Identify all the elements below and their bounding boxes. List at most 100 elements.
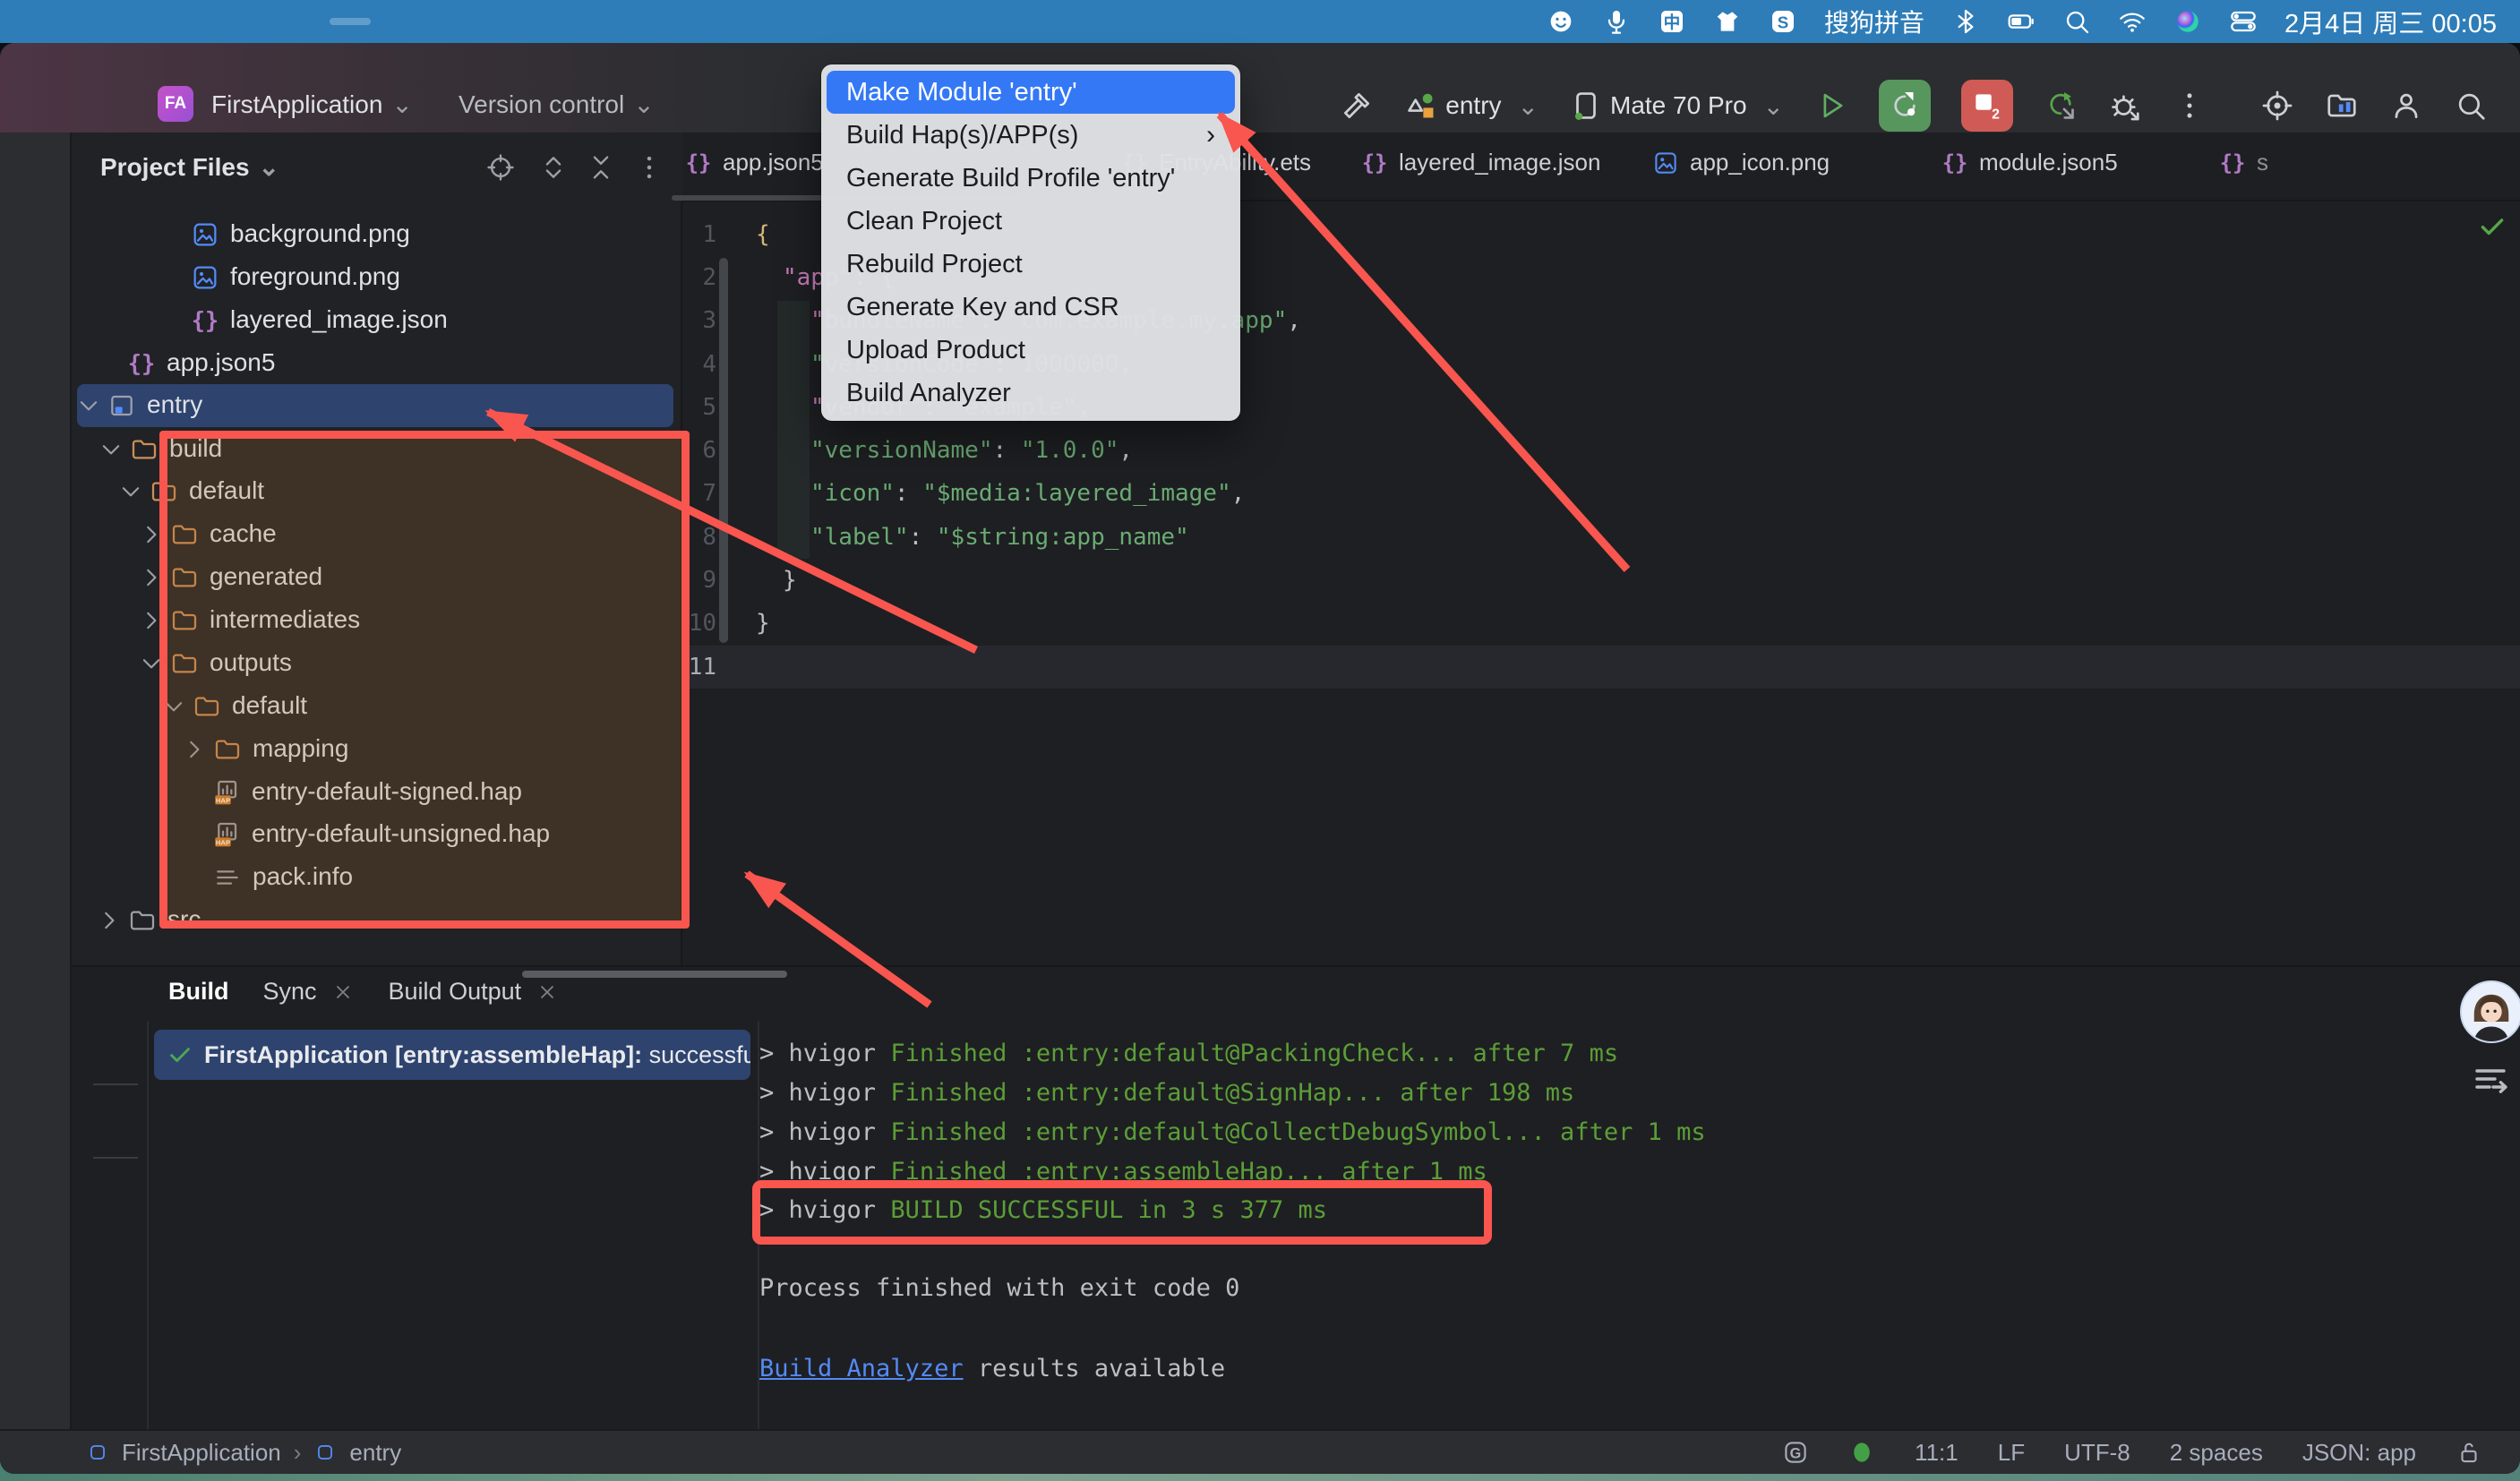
menu-item[interactable] <box>206 18 247 25</box>
status-icon[interactable] <box>1769 7 1797 36</box>
tree-chevron-icon[interactable] <box>75 392 102 419</box>
status-icon[interactable] <box>1547 7 1575 36</box>
editor-tab-app.json5[interactable]: app.json5 <box>685 149 824 176</box>
menu-item[interactable] <box>124 18 165 25</box>
tree-row-entry[interactable]: entry <box>72 384 682 427</box>
inspections-ok-icon[interactable] <box>2477 211 2507 242</box>
menu-item[interactable] <box>453 18 494 25</box>
project-panel-header: Project Files⌄ <box>72 133 682 201</box>
indent-setting[interactable]: 2 spaces <box>2170 1439 2263 1467</box>
build-panel-tab-Build Output[interactable]: Build Output <box>389 978 560 1006</box>
menu-item[interactable] <box>371 18 412 25</box>
menu-bar-clock[interactable]: 2月4日 周三 00:05 <box>2284 3 2497 40</box>
build-panel-tab-Build[interactable]: Build <box>168 978 229 1006</box>
run-button[interactable] <box>1814 89 1848 123</box>
module-icon <box>86 1441 109 1464</box>
project-name-menu[interactable]: FirstApplication⌄ <box>211 90 413 119</box>
assistant-panel-icon[interactable] <box>2470 1058 2513 1101</box>
device-file-browser-button[interactable] <box>2325 89 2359 123</box>
device-selector[interactable]: Mate 70 Pro⌄ <box>1569 89 1784 123</box>
build-panel-tab-Sync[interactable]: Sync <box>263 978 355 1006</box>
locate-file-icon[interactable] <box>485 152 516 183</box>
status-icon[interactable] <box>1658 7 1686 36</box>
debug-attach-button[interactable] <box>2108 89 2142 123</box>
build-menu-item-Make Module 'entry'[interactable]: Make Module 'entry' <box>827 71 1235 114</box>
status-icon[interactable] <box>1713 7 1742 36</box>
status-icon[interactable] <box>1951 7 1980 36</box>
input-method-label[interactable]: 搜狗拼音 <box>1824 4 1924 39</box>
build-analyzer-link[interactable]: Build Analyzer <box>759 1355 964 1383</box>
tree-chevron-icon[interactable] <box>117 478 144 505</box>
status-icon[interactable] <box>2118 7 2147 36</box>
expand-all-icon[interactable] <box>538 152 569 183</box>
build-result-row[interactable]: FirstApplication [entry:assembleHap]: su… <box>154 1030 750 1080</box>
file-encoding[interactable]: UTF-8 <box>2064 1439 2130 1467</box>
panel-options-icon[interactable] <box>634 152 664 183</box>
breadcrumb-project[interactable]: FirstApplication <box>122 1439 281 1467</box>
fold-region-bar[interactable] <box>719 258 728 643</box>
more-actions-button[interactable] <box>2173 89 2207 123</box>
breadcrumb-separator: › <box>294 1439 302 1467</box>
device-status-dot-icon[interactable] <box>1848 1439 1875 1466</box>
menu-item[interactable] <box>165 18 206 25</box>
tree-row-background.png[interactable]: background.png <box>72 213 682 256</box>
menu-item[interactable] <box>288 18 330 25</box>
stop-button[interactable] <box>1961 80 2013 132</box>
tree-row-app.json5[interactable]: app.json5 <box>72 342 682 385</box>
tree-row-layered_image.json[interactable]: layered_image.json <box>72 299 682 342</box>
menu-item[interactable] <box>412 18 453 25</box>
project-avatar[interactable]: FA <box>158 86 193 122</box>
close-tab-icon[interactable] <box>331 980 355 1004</box>
build-menu-item-Generate Key and CSR[interactable]: Generate Key and CSR <box>827 286 1235 329</box>
status-icon[interactable] <box>1602 7 1631 36</box>
codegenie-icon[interactable] <box>1782 1439 1809 1466</box>
rerun-button[interactable] <box>2044 89 2078 123</box>
build-menu-item-Build Analyzer[interactable]: Build Analyzer <box>827 372 1235 415</box>
tab-label: Build Output <box>389 978 522 1006</box>
profiler-button[interactable] <box>2260 89 2294 123</box>
build-menu-item-Upload Product[interactable]: Upload Product <box>827 329 1235 372</box>
tree-row-foreground.png[interactable]: foreground.png <box>72 256 682 299</box>
project-view-selector[interactable]: Project Files⌄ <box>100 152 279 182</box>
collapse-all-icon[interactable] <box>586 152 616 183</box>
menu-item[interactable] <box>247 18 288 25</box>
search-everywhere-button[interactable] <box>2454 89 2488 123</box>
editor-tab-s[interactable]: s <box>2219 149 2268 176</box>
editor-tab-module.json5[interactable]: module.json5 <box>1941 149 2118 176</box>
editor-tab-app_icon.png[interactable]: app_icon.png <box>1652 149 1830 176</box>
account-button[interactable] <box>2389 89 2423 123</box>
menu-item[interactable] <box>494 18 536 25</box>
sync-running-button[interactable] <box>1879 80 1931 132</box>
status-icon[interactable] <box>2062 7 2091 36</box>
build-hammer-icon[interactable] <box>1340 89 1374 123</box>
assistant-avatar[interactable] <box>2460 980 2520 1043</box>
line-ending[interactable]: LF <box>1998 1439 2025 1467</box>
status-icon[interactable] <box>2007 7 2036 36</box>
file-type[interactable]: JSON: app <box>2302 1439 2416 1467</box>
code-line: } <box>756 602 770 645</box>
caret-position[interactable]: 11:1 <box>1915 1439 1959 1467</box>
status-icon[interactable] <box>2229 7 2258 36</box>
tree-chevron-icon[interactable] <box>96 907 123 934</box>
tree-chevron-icon[interactable] <box>98 436 124 463</box>
lock-icon[interactable] <box>2456 1439 2482 1466</box>
breadcrumb-module[interactable]: entry <box>349 1439 401 1467</box>
build-menu-item-Generate Build Profile 'entry'[interactable]: Generate Build Profile 'entry' <box>827 157 1235 200</box>
run-configuration-selector[interactable]: entry⌄ <box>1404 89 1539 123</box>
activity-bar <box>0 133 72 1429</box>
build-menu-item-Rebuild Project[interactable]: Rebuild Project <box>827 243 1235 286</box>
build-dropdown-menu: Make Module 'entry' Build Hap(s)/APP(s) … <box>821 64 1240 421</box>
menu-status-icons <box>1547 7 1797 36</box>
editor-tab-layered_image.json[interactable]: layered_image.json <box>1361 149 1600 176</box>
build-menu-item-Clean Project[interactable]: Clean Project <box>827 200 1235 243</box>
panel-resize-handle[interactable] <box>522 971 787 978</box>
menu-item[interactable] <box>82 18 124 25</box>
build-menu-item-Build Hap(s)/APP(s)[interactable]: Build Hap(s)/APP(s) › <box>827 114 1235 157</box>
menu-item[interactable] <box>41 18 82 25</box>
status-icon[interactable] <box>2173 7 2202 36</box>
menu-item[interactable] <box>536 18 577 25</box>
menu-item[interactable] <box>330 18 371 25</box>
close-tab-icon[interactable] <box>536 980 559 1004</box>
menu-item-label: Upload Product <box>846 336 1025 365</box>
vcs-menu[interactable]: Version control⌄ <box>459 90 655 119</box>
